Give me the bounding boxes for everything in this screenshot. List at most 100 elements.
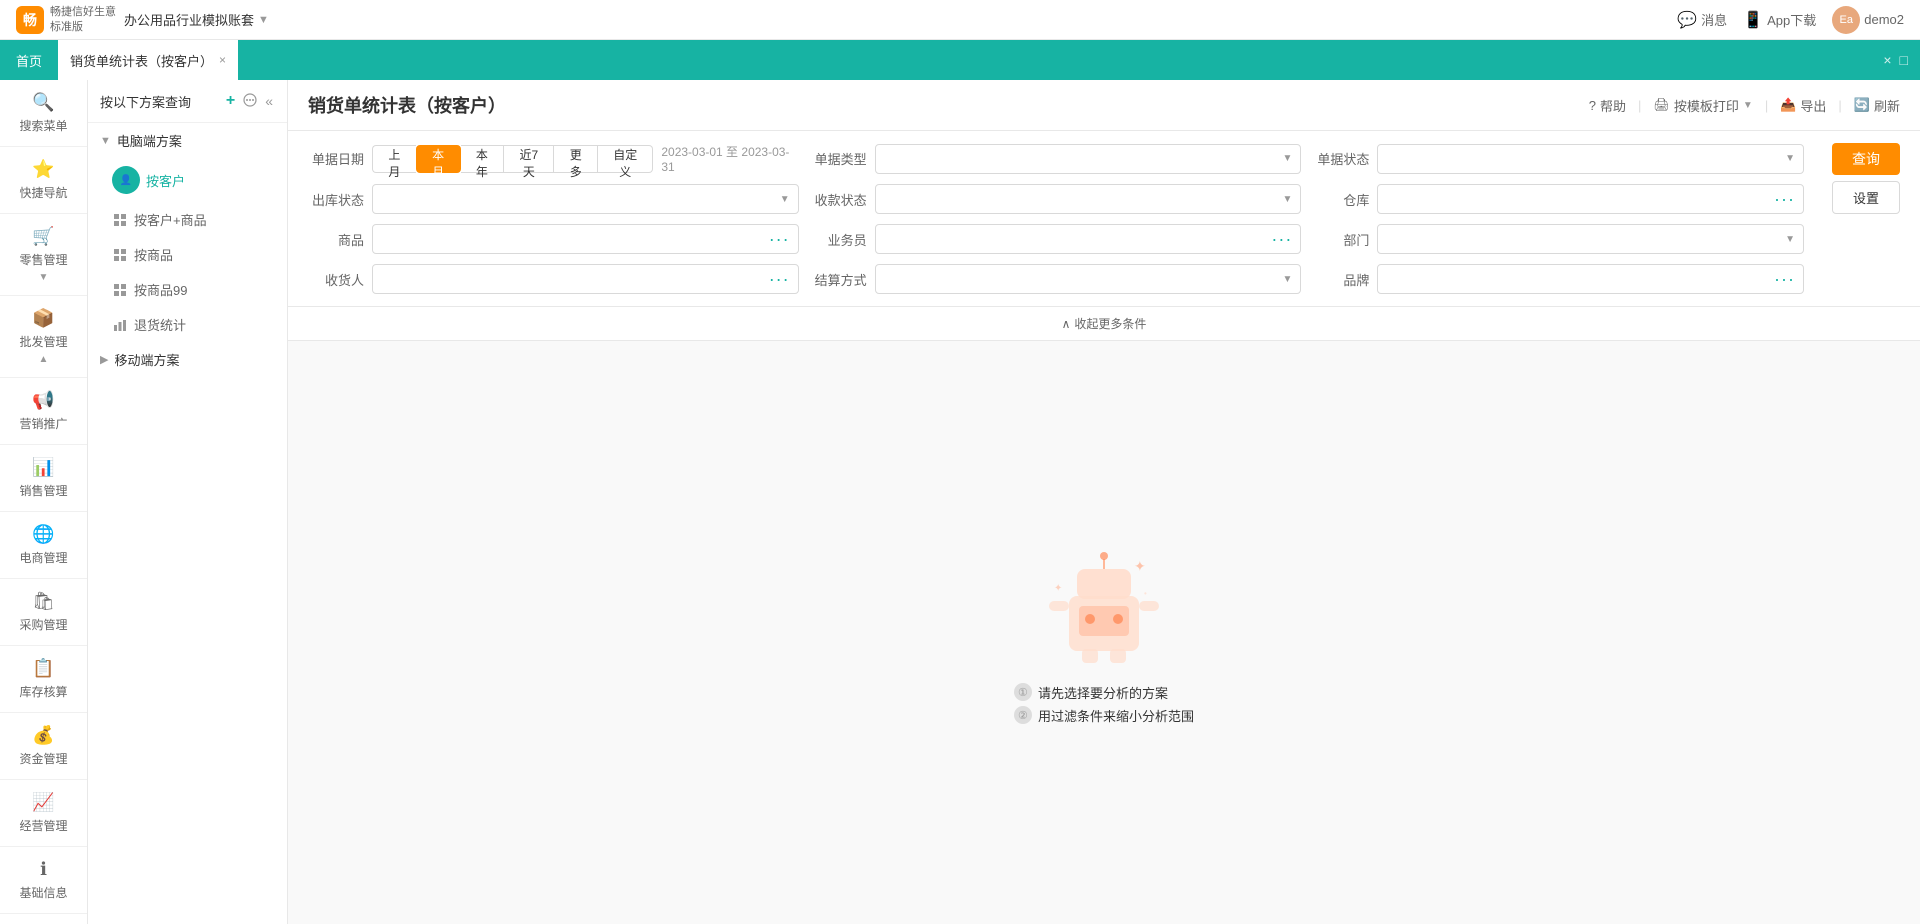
sidebar-label-purchase: 采购管理 (19, 616, 67, 633)
purchase-icon: 🛍 (32, 591, 55, 612)
sidebar-item-wholesale[interactable]: 📦 批发管理 ▲ (0, 296, 87, 378)
retail-icon: 🛒 (32, 226, 54, 247)
sidebar-item-ecommerce[interactable]: 🌐 电商管理 (0, 512, 87, 579)
ecommerce-icon: 🌐 (32, 524, 54, 545)
department-arrow: ▼ (1785, 234, 1795, 245)
maximize-window-icon[interactable]: □ (1900, 52, 1908, 68)
help-button[interactable]: ? 帮助 (1589, 96, 1626, 115)
sidebar-item-sales[interactable]: 📊 销售管理 (0, 445, 87, 512)
out-status-arrow: ▼ (780, 194, 790, 205)
department-select[interactable]: ▼ (1377, 224, 1804, 254)
robot-container: ✦ ✦ • (1044, 541, 1164, 671)
scheme-item-by-customer-product[interactable]: 按客户+商品 (88, 202, 287, 237)
wholesale-icon: 📦 (32, 308, 54, 329)
logo-area: 畅 畅捷信好生意 标准版 (16, 5, 116, 34)
logo-icon: 畅 (16, 6, 44, 34)
scheme-icon-grid1 (112, 212, 128, 228)
scheme-item-by-product-99[interactable]: 按商品99 (88, 272, 287, 307)
content-area: 按以下方案查询 + « ▼ (88, 80, 1920, 924)
sidebar-item-system[interactable]: ⚙ 系统管理 (0, 914, 87, 924)
tab-close-icon[interactable]: × (219, 53, 226, 67)
date-btn-more[interactable]: 更多 (554, 145, 598, 173)
sidebar-item-marketing[interactable]: 📢 营销推广 (0, 378, 87, 445)
industry-selector[interactable]: 办公用品行业模拟账套 ▼ (124, 10, 269, 29)
sidebar-item-search[interactable]: 🔍 搜索菜单 (0, 80, 87, 147)
sidebar-item-purchase[interactable]: 🛍 采购管理 (0, 579, 87, 646)
sidebar-item-retail[interactable]: 🛒 零售管理 ▼ (0, 214, 87, 296)
topbar: 畅 畅捷信好生意 标准版 办公用品行业模拟账套 ▼ 💬 消息 📱 App下载 E… (0, 0, 1920, 40)
collapse-bar[interactable]: ∧ 收起更多条件 (288, 307, 1920, 341)
collapse-scheme-button[interactable]: « (263, 90, 275, 112)
message-action[interactable]: 💬 消息 (1677, 10, 1727, 30)
user-profile[interactable]: Ea demo2 (1832, 6, 1904, 34)
sidebar-item-shortcut[interactable]: ⭐ 快捷导航 (0, 147, 87, 214)
brand-dots[interactable]: ··· (1774, 269, 1795, 290)
scheme-item-by-product[interactable]: 按商品 (88, 237, 287, 272)
date-btn-last-month[interactable]: 上月 (372, 145, 416, 173)
settlement-select[interactable]: ▼ (875, 264, 1302, 294)
query-button[interactable]: 查询 (1832, 143, 1900, 175)
receiver-dots[interactable]: ··· (769, 269, 790, 290)
scheme-item-by-customer[interactable]: 👤 按客户 (88, 158, 287, 202)
marketing-icon: 📢 (32, 390, 54, 411)
settings-button[interactable]: 设置 (1832, 181, 1900, 214)
sidebar-item-finance[interactable]: 💰 资金管理 (0, 713, 87, 780)
receiver-input[interactable]: ··· (372, 264, 799, 294)
tab-active[interactable]: 销货单统计表（按客户） × (58, 40, 238, 80)
scheme-icon-bar (112, 317, 128, 333)
inventory-icon: 📋 (32, 658, 54, 679)
scheme-group-desktop-header[interactable]: ▼ 电脑端方案 (88, 123, 287, 158)
sidebar-label-sales: 销售管理 (19, 482, 67, 499)
collect-status-label: 收款状态 (811, 190, 867, 209)
settlement-label: 结算方式 (811, 270, 867, 289)
scheme-item-label-by-customer: 按客户 (146, 171, 185, 190)
collect-status-select[interactable]: ▼ (875, 184, 1302, 214)
warehouse-input[interactable]: ··· (1377, 184, 1804, 214)
svg-text:•: • (1144, 589, 1147, 598)
sidebar-item-inventory[interactable]: 📋 库存核算 (0, 646, 87, 713)
empty-illustration: ✦ ✦ • (1044, 541, 1164, 671)
doc-status-select[interactable]: ▼ (1377, 144, 1804, 174)
page-title: 销货单统计表（按客户） (308, 92, 506, 130)
close-window-icon[interactable]: × (1883, 52, 1891, 68)
tab-home[interactable]: 首页 (0, 40, 58, 80)
warehouse-label: 仓库 (1313, 190, 1369, 209)
product-dots[interactable]: ··· (769, 229, 790, 250)
sidebar-item-basics[interactable]: ℹ 基础信息 (0, 847, 87, 914)
date-btn-custom[interactable]: 自定义 (598, 145, 653, 173)
brand-label: 品牌 (1313, 270, 1369, 289)
report-area: 销货单统计表（按客户） ? 帮助 | 🖨 按模板打印 ▼ | 📤 (288, 80, 1920, 924)
sidebar-label-operations: 经营管理 (19, 817, 67, 834)
scheme-group-mobile-header[interactable]: ▶ 移动端方案 (88, 342, 287, 377)
print-dropdown-arrow: ▼ (1743, 100, 1753, 111)
export-button[interactable]: 📤 导出 (1780, 96, 1826, 115)
scheme-item-label-by-product-99: 按商品99 (134, 280, 187, 299)
date-btn-7days[interactable]: 近7天 (504, 145, 554, 173)
active-scheme-indicator: 👤 (112, 166, 140, 194)
doc-type-select[interactable]: ▼ (875, 144, 1302, 174)
salesperson-dots[interactable]: ··· (1271, 229, 1292, 250)
scheme-item-label-return-stats: 退货统计 (134, 315, 186, 334)
app-download-action[interactable]: 📱 App下载 (1743, 10, 1816, 30)
date-btn-current-month[interactable]: 本月 (416, 145, 461, 173)
scheme-group-mobile-label: 移动端方案 (114, 350, 179, 369)
warehouse-dots[interactable]: ··· (1774, 189, 1795, 210)
out-status-select[interactable]: ▼ (372, 184, 799, 214)
report-header: 销货单统计表（按客户） ? 帮助 | 🖨 按模板打印 ▼ | 📤 (288, 80, 1920, 131)
date-btn-current-year[interactable]: 本年 (461, 145, 505, 173)
print-template-button[interactable]: 🖨 按模板打印 ▼ (1653, 96, 1752, 115)
scheme-item-return-stats[interactable]: 退货统计 (88, 307, 287, 342)
topbar-left: 畅 畅捷信好生意 标准版 办公用品行业模拟账套 ▼ (16, 5, 269, 34)
salesperson-input[interactable]: ··· (875, 224, 1302, 254)
window-controls: × □ (1871, 52, 1920, 68)
scheme-group-mobile: ▶ 移动端方案 (88, 342, 287, 377)
sidebar-item-operations[interactable]: 📈 经营管理 (0, 780, 87, 847)
edit-scheme-button[interactable] (241, 90, 259, 112)
doc-type-arrow: ▼ (1282, 153, 1292, 164)
refresh-button[interactable]: 🔄 刷新 (1854, 96, 1900, 115)
add-scheme-button[interactable]: + (224, 90, 237, 112)
brand-input[interactable]: ··· (1377, 264, 1804, 294)
product-input[interactable]: ··· (372, 224, 799, 254)
collapse-up-icon: ∧ (1062, 317, 1071, 331)
search-icon: 🔍 (32, 92, 54, 113)
